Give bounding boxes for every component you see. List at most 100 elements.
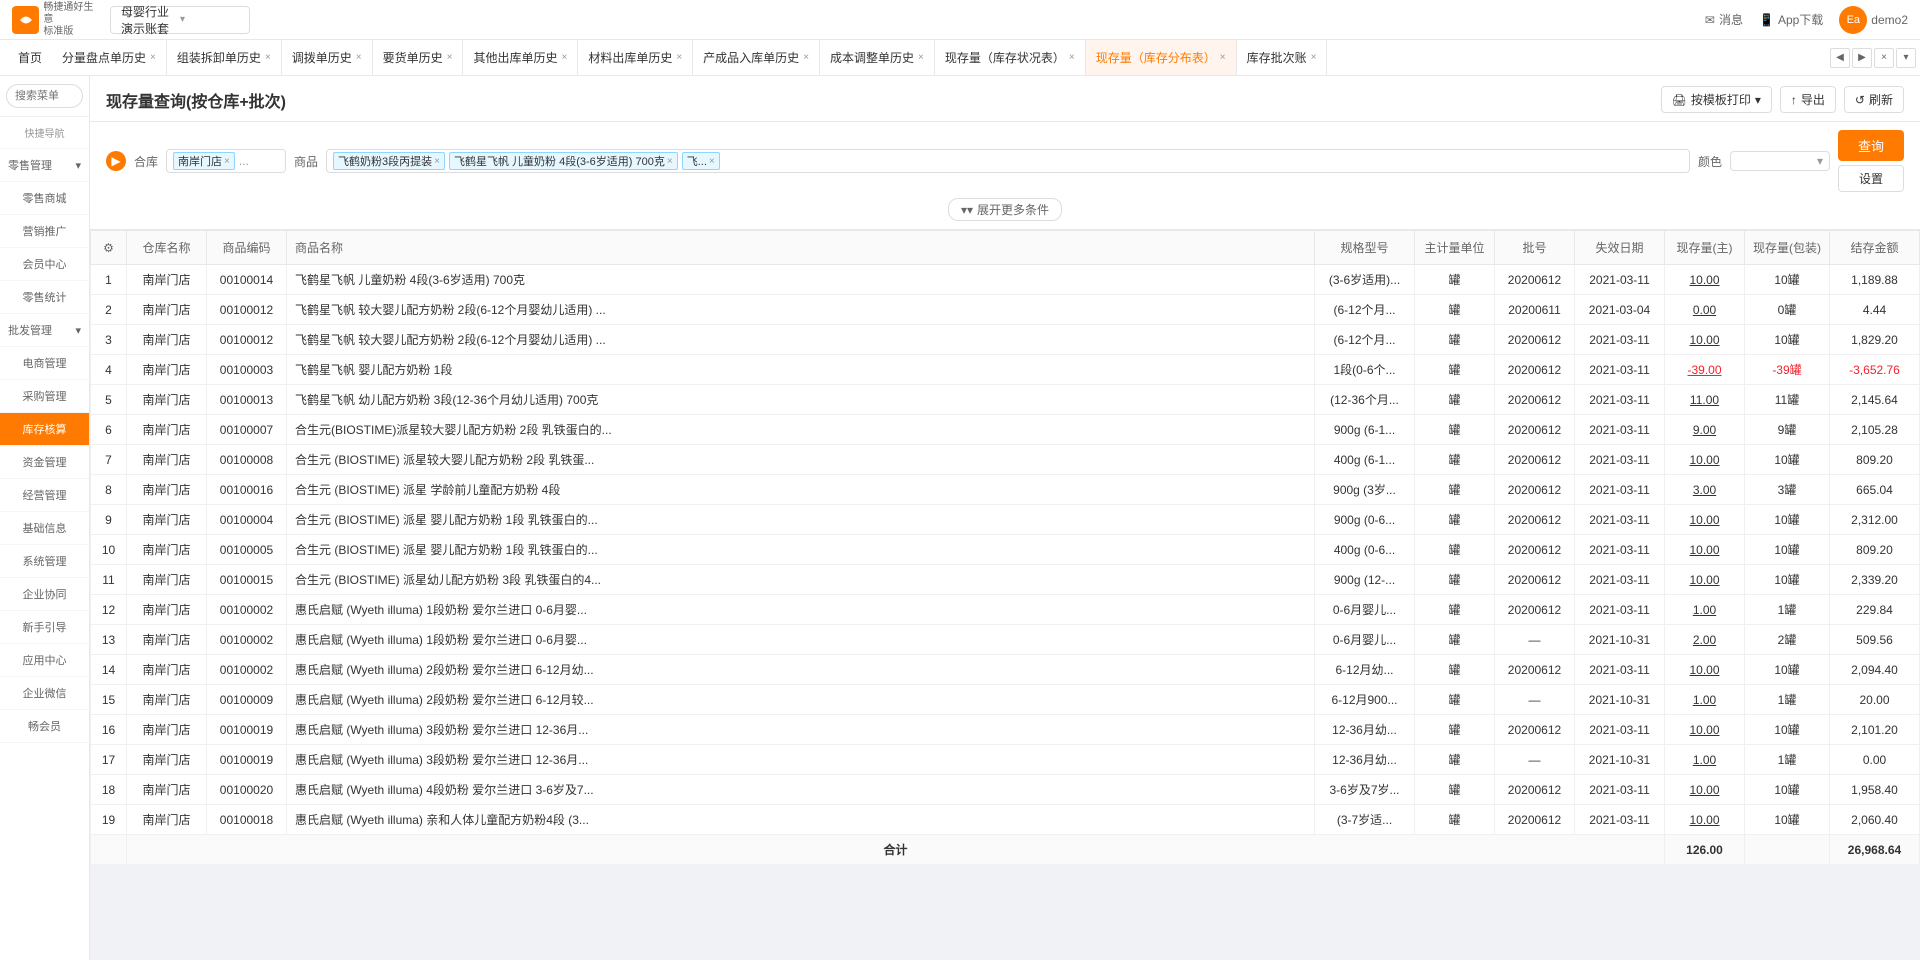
row-qty[interactable]: -39.00 [1665,355,1745,385]
filter-expand-button[interactable]: ▶ [106,151,126,171]
user-area[interactable]: Ea demo2 [1839,6,1908,34]
row-warehouse: 南岸门店 [127,805,207,835]
sidebar-item-member[interactable]: 会员中心 [0,248,89,281]
row-qty[interactable]: 2.00 [1665,625,1745,655]
close-icon[interactable]: × [561,52,567,63]
sidebar-item-inventory[interactable]: 库存核算 [0,413,89,446]
table-row: 16 南岸门店 00100019 惠氏启赋 (Wyeth illuma) 3段奶… [91,715,1920,745]
remove-warehouse-tag[interactable]: × [224,156,230,167]
table-container[interactable]: ⚙ 仓库名称 商品编码 商品名称 规格型号 主计量单位 批号 失效日期 现存量(… [90,230,1920,960]
product-filter-container[interactable]: 飞鹤奶粉3段丙提装 × 飞鹤星飞帆 儿童奶粉 4段(3-6岁适用) 700克 ×… [326,149,1690,173]
sidebar-item-retail-shop[interactable]: 零售商城 [0,182,89,215]
row-warehouse: 南岸门店 [127,355,207,385]
template-print-button[interactable]: 🖨 按模板打印 [1661,86,1772,113]
row-amount: 2,094.40 [1830,655,1920,685]
row-qty[interactable]: 10.00 [1665,715,1745,745]
remove-product-tag-3[interactable]: × [709,156,715,167]
close-icon[interactable]: × [803,52,809,63]
row-name: 飞鹤星飞帆 儿童奶粉 4段(3-6岁适用) 700克 [287,265,1315,295]
row-code: 00100002 [207,655,287,685]
row-qty[interactable]: 11.00 [1665,385,1745,415]
sidebar-item-member2[interactable]: 畅会员 [0,710,89,743]
sidebar-item-retail-manage[interactable]: 零售管理▾ [0,149,89,182]
tab-chenbendinzheng[interactable]: 成本调整单历史 × [820,40,935,76]
row-qty[interactable]: 10.00 [1665,505,1745,535]
tab-diaobode[interactable]: 调拨单历史 × [282,40,373,76]
close-icon[interactable]: × [1069,52,1075,63]
row-qty[interactable]: 1.00 [1665,745,1745,775]
settings-button[interactable]: 设置 [1838,165,1904,192]
remove-product-tag-2[interactable]: × [667,156,673,167]
warehouse-filter-container[interactable]: 南岸门店 × ... [166,149,286,173]
warehouse-more[interactable]: ... [239,154,249,168]
nav-dropdown-button[interactable]: ▾ [1896,48,1916,68]
row-qty[interactable]: 10.00 [1665,775,1745,805]
sidebar-item-ecommerce[interactable]: 电商管理 [0,347,89,380]
system-selector[interactable]: 母婴行业演示账套 [110,6,250,34]
tab-xiancunliang-fenbu[interactable]: 现存量（库存分布表） × [1086,40,1237,76]
sidebar-item-operations[interactable]: 经营管理 [0,479,89,512]
close-icon[interactable]: × [1220,52,1226,63]
table-row: 6 南岸门店 00100007 合生元(BIOSTIME)派星较大婴儿配方奶粉 … [91,415,1920,445]
messages-button[interactable]: ✉ 消息 [1705,11,1743,28]
refresh-button[interactable]: ↺ 刷新 [1844,86,1904,113]
row-expire: 2021-03-11 [1575,595,1665,625]
col-settings-icon[interactable]: ⚙ [91,231,127,265]
row-qty[interactable]: 1.00 [1665,595,1745,625]
sidebar-item-finance[interactable]: 资金管理 [0,446,89,479]
tab-yaohuo[interactable]: 要货单历史 × [373,40,464,76]
row-expire: 2021-03-11 [1575,565,1665,595]
close-icon[interactable]: × [918,52,924,63]
search-input[interactable] [6,84,83,108]
tab-cailiaochuku[interactable]: 材料出库单历史 × [578,40,693,76]
row-qty[interactable]: 10.00 [1665,805,1745,835]
row-code: 00100016 [207,475,287,505]
tab-qitachuku[interactable]: 其他出库单历史 × [463,40,578,76]
query-button[interactable]: 查询 [1838,130,1904,161]
sidebar-item-purchase[interactable]: 采购管理 [0,380,89,413]
row-qty[interactable]: 9.00 [1665,415,1745,445]
color-filter-container[interactable] [1730,151,1830,171]
sidebar-item-wholesale[interactable]: 批发管理▾ [0,314,89,347]
sidebar-item-apps[interactable]: 应用中心 [0,644,89,677]
close-icon[interactable]: × [356,52,362,63]
close-icon[interactable]: × [447,52,453,63]
remove-product-tag-1[interactable]: × [434,156,440,167]
row-qty[interactable]: 10.00 [1665,565,1745,595]
row-qty[interactable]: 10.00 [1665,265,1745,295]
row-name: 惠氏启赋 (Wyeth illuma) 1段奶粉 爱尔兰进口 0-6月婴... [287,625,1315,655]
close-icon[interactable]: × [150,52,156,63]
sidebar-item-enterprise[interactable]: 企业协同 [0,578,89,611]
nav-close-button[interactable]: × [1874,48,1894,68]
close-icon[interactable]: × [1311,52,1317,63]
expand-more-button[interactable]: ▾▾ 展开更多条件 [948,198,1062,221]
tab-home[interactable]: 首页 [8,40,52,76]
col-pack-header: 现存量(包装) [1745,231,1830,265]
nav-next-button[interactable]: ▶ [1852,48,1872,68]
row-pack: 1罐 [1745,685,1830,715]
row-qty[interactable]: 10.00 [1665,325,1745,355]
row-qty[interactable]: 10.00 [1665,655,1745,685]
tab-kucun-pizhizhang[interactable]: 库存批次账 × [1237,40,1328,76]
nav-prev-button[interactable]: ◀ [1830,48,1850,68]
row-expire: 2021-03-04 [1575,295,1665,325]
close-icon[interactable]: × [676,52,682,63]
tab-xiancunliang-zhuangtai[interactable]: 现存量（库存状况表） × [935,40,1086,76]
sidebar-item-retail-stats[interactable]: 零售统计 [0,281,89,314]
export-button[interactable]: ↑ 导出 [1780,86,1836,113]
close-icon[interactable]: × [265,52,271,63]
row-qty[interactable]: 10.00 [1665,535,1745,565]
tab-chengpinruku[interactable]: 产成品入库单历史 × [693,40,820,76]
sidebar-item-wechat[interactable]: 企业微信 [0,677,89,710]
sidebar-item-basics[interactable]: 基础信息 [0,512,89,545]
sidebar-item-system[interactable]: 系统管理 [0,545,89,578]
row-qty[interactable]: 1.00 [1665,685,1745,715]
app-download-button[interactable]: 📱 App下载 [1759,11,1823,28]
tab-zuzhuang[interactable]: 组装拆卸单历史 × [167,40,282,76]
sidebar-item-newbie[interactable]: 新手引导 [0,611,89,644]
sidebar-item-marketing[interactable]: 营销推广 [0,215,89,248]
row-qty[interactable]: 10.00 [1665,445,1745,475]
tab-fenliang[interactable]: 分量盘点单历史 × [52,40,167,76]
row-qty[interactable]: 3.00 [1665,475,1745,505]
row-qty[interactable]: 0.00 [1665,295,1745,325]
